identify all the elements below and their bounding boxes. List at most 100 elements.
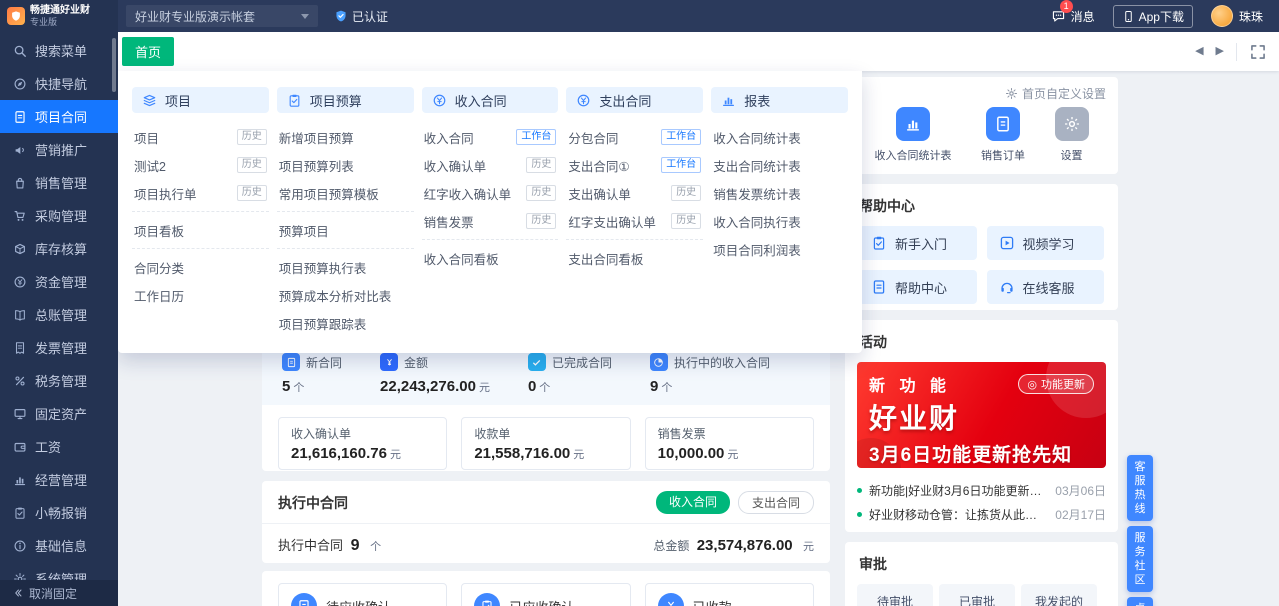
amount-box-income-confirm[interactable]: 收入确认单 21,616,160.76 元 xyxy=(278,417,448,470)
amount-box-value: 21,616,160.76 元 xyxy=(291,445,401,462)
floating-service-tabs: 客服热线服务社区桌面快捷 xyxy=(1127,455,1153,606)
menu-item-project-exec-order[interactable]: 项目执行单 历史 xyxy=(132,179,269,207)
help-item-help-center[interactable]: 帮助中心 xyxy=(859,270,977,304)
menu-item-project-contract-profit[interactable]: 项目合同利润表 xyxy=(711,235,848,263)
sidebar-item-funds-mgmt[interactable]: 资金管理 xyxy=(0,265,118,298)
menu-item-expense-contract-board[interactable]: 支出合同看板 xyxy=(566,244,703,272)
menu-item-sales-invoice[interactable]: 销售发票 历史 xyxy=(422,207,559,235)
yen-icon xyxy=(380,353,399,371)
sidebar-item-purchase-mgmt[interactable]: 采购管理 xyxy=(0,199,118,232)
tab-scroll-right-icon[interactable]: ▶ xyxy=(1216,46,1224,57)
approval-tab-0[interactable]: 待审批 xyxy=(857,584,933,606)
doc-icon xyxy=(871,279,887,295)
news-item[interactable]: 新功能|好业财3月6日功能更新抢先知 03月06日 xyxy=(857,478,1106,502)
menu-item-budget-tracking-report[interactable]: 项目预算跟踪表 xyxy=(277,309,414,337)
menu-item-income-contract-stats[interactable]: 收入合同统计表 xyxy=(711,123,848,151)
check-icon xyxy=(527,353,546,371)
executing-count-unit: 个 xyxy=(370,541,382,553)
customize-settings-button[interactable]: 首页自定义设置 xyxy=(845,77,1118,102)
sidebar-item-label: 营销推广 xyxy=(35,143,88,158)
amount-box-sales-invoice[interactable]: 销售发票 10,000.00 元 xyxy=(644,417,814,470)
menu-item-new-project-budget[interactable]: 新增项目预算 xyxy=(277,123,414,151)
menu-item-expense-confirm[interactable]: 支出确认单 历史 xyxy=(566,179,703,207)
sidebar-item-tax-mgmt[interactable]: 税务管理 xyxy=(0,364,118,397)
receivable-box-confirmed-receivable[interactable]: 已应收确认 xyxy=(461,583,631,606)
menu-item-income-contract-board[interactable]: 收入合同看板 xyxy=(422,244,559,272)
menu-item-budget-execution-report[interactable]: 项目预算执行表 xyxy=(277,253,414,281)
help-item-video-learning[interactable]: 视频学习 xyxy=(986,226,1104,260)
unpin-sidebar-button[interactable]: 取消固定 xyxy=(0,580,118,606)
sidebar-item-label: 项目合同 xyxy=(35,110,88,125)
sidebar-item-inventory-accounting[interactable]: 库存核算 xyxy=(0,232,118,265)
messages-button[interactable]: 1 消息 xyxy=(1051,0,1095,25)
receivable-label: 已收款 xyxy=(693,597,732,606)
sidebar-item-expense-claim[interactable]: 小畅报销 xyxy=(0,496,118,529)
menu-item-work-calendar[interactable]: 工作日历 xyxy=(132,281,269,309)
sidebar-item-quick-nav[interactable]: 快捷导航 xyxy=(0,67,118,100)
floating-tab-1[interactable]: 服务社区 xyxy=(1127,526,1153,592)
menu-item-test2[interactable]: 测试2 历史 xyxy=(132,151,269,179)
sidebar-item-basic-info[interactable]: 基础信息 xyxy=(0,529,118,562)
amount-box-receipt-order[interactable]: 收款单 21,558,716.00 元 xyxy=(461,417,631,470)
help-item-label: 新手入门 xyxy=(895,236,948,252)
menu-item-income-contract-execution[interactable]: 收入合同执行表 xyxy=(711,207,848,235)
user-menu[interactable]: 珠珠 xyxy=(1210,5,1263,27)
sidebar-item-search-menu[interactable]: 搜索菜单 xyxy=(0,34,118,67)
menu-item-income-confirm[interactable]: 收入确认单 历史 xyxy=(422,151,559,179)
verified-label: 已认证 xyxy=(352,9,389,24)
app-download-button[interactable]: App下载 xyxy=(1112,4,1193,28)
news-item[interactable]: 好业财移动仓管：让拣货从此刻轻松 02月17日 xyxy=(857,502,1106,526)
menu-item-income-contract[interactable]: 收入合同 工作台 xyxy=(422,123,559,151)
sidebar-item-invoice-mgmt[interactable]: 发票管理 xyxy=(0,331,118,364)
menu-item-label: 常用项目预算模板 xyxy=(278,187,379,202)
sidebar-item-project-contract[interactable]: 项目合同 xyxy=(0,100,118,133)
menu-item-contract-category[interactable]: 合同分类 xyxy=(132,253,269,281)
executing-contracts-card: 执行中合同 收入合同 支出合同 执行中合同 9 个 总金额 23,574,876… xyxy=(262,481,830,563)
menu-item-red-expense-confirm[interactable]: 红字支出确认单 历史 xyxy=(566,207,703,235)
approval-tab-1[interactable]: 已审批 xyxy=(939,584,1015,606)
menu-item-common-budget-template[interactable]: 常用项目预算模板 xyxy=(277,179,414,207)
promo-banner[interactable]: 新 功 能 ◎ 功能更新 好业财 3月6日功能更新抢先知 xyxy=(857,362,1106,468)
approval-tab-2[interactable]: 我发起的 xyxy=(1021,584,1097,606)
menu-item-budget-project[interactable]: 预算项目 xyxy=(277,216,414,244)
shortcut-income-contract-stats[interactable]: 收入合同统计表 xyxy=(875,107,952,163)
menu-item-budget-cost-analysis[interactable]: 预算成本分析对比表 xyxy=(277,281,414,309)
menu-item-expense-contract[interactable]: 支出合同① 工作台 xyxy=(566,151,703,179)
verified-badge[interactable]: 已认证 xyxy=(334,8,388,25)
help-item-getting-started[interactable]: 新手入门 xyxy=(859,226,977,260)
expense-contract-pill[interactable]: 支出合同 xyxy=(737,491,814,514)
menu-item-expense-contract-stats[interactable]: 支出合同统计表 xyxy=(711,151,848,179)
shortcut-sales-order[interactable]: 销售订单 xyxy=(981,107,1025,163)
sidebar-item-payroll[interactable]: 工资 xyxy=(0,430,118,463)
menu-item-tag: 历史 xyxy=(526,185,557,201)
floating-tab-0[interactable]: 客服热线 xyxy=(1127,455,1153,521)
fullscreen-icon[interactable] xyxy=(1249,43,1267,61)
menu-item-red-income-confirm[interactable]: 红字收入确认单 历史 xyxy=(422,179,559,207)
menu-item-sales-invoice-stats[interactable]: 销售发票统计表 xyxy=(711,179,848,207)
receivable-box-pending-receivable-confirm[interactable]: 待应收确认 xyxy=(278,583,448,606)
menu-item-subcontract[interactable]: 分包合同 工作台 xyxy=(566,123,703,151)
menu-item-project-budget-list[interactable]: 项目预算列表 xyxy=(277,151,414,179)
sidebar-item-sales-mgmt[interactable]: 销售管理 xyxy=(0,166,118,199)
help-item-online-service[interactable]: 在线客服 xyxy=(986,270,1104,304)
sidebar-item-fixed-assets[interactable]: 固定资产 xyxy=(0,397,118,430)
headset-icon xyxy=(999,279,1015,295)
banner-line1: 新 功 能 xyxy=(869,378,951,395)
banner-update-badge[interactable]: ◎ 功能更新 xyxy=(1018,374,1094,394)
receivable-box-received-payment[interactable]: 已收款 xyxy=(644,583,814,606)
menu-item-project-board[interactable]: 项目看板 xyxy=(132,216,269,244)
sidebar-item-business-mgmt[interactable]: 经营管理 xyxy=(0,463,118,496)
menu-item-project[interactable]: 项目 历史 xyxy=(132,123,269,151)
tab-home[interactable]: 首页 xyxy=(122,37,175,66)
sidebar-item-marketing[interactable]: 营销推广 xyxy=(0,133,118,166)
chanjet-logo-icon xyxy=(7,7,25,25)
income-contract-pill[interactable]: 收入合同 xyxy=(655,491,730,514)
account-select[interactable]: 好业财专业版演示帐套 xyxy=(126,5,318,27)
percent-icon xyxy=(13,374,27,388)
sidebar-item-system-mgmt[interactable]: 系统管理 xyxy=(0,562,118,580)
sidebar-scrollbar[interactable] xyxy=(112,38,116,92)
sidebar-item-general-ledger[interactable]: 总账管理 xyxy=(0,298,118,331)
tab-scroll-left-icon[interactable]: ◀ xyxy=(1195,46,1203,57)
shortcut-settings[interactable]: 设置 xyxy=(1054,107,1089,163)
floating-tab-2[interactable]: 桌面快捷 xyxy=(1127,597,1153,606)
